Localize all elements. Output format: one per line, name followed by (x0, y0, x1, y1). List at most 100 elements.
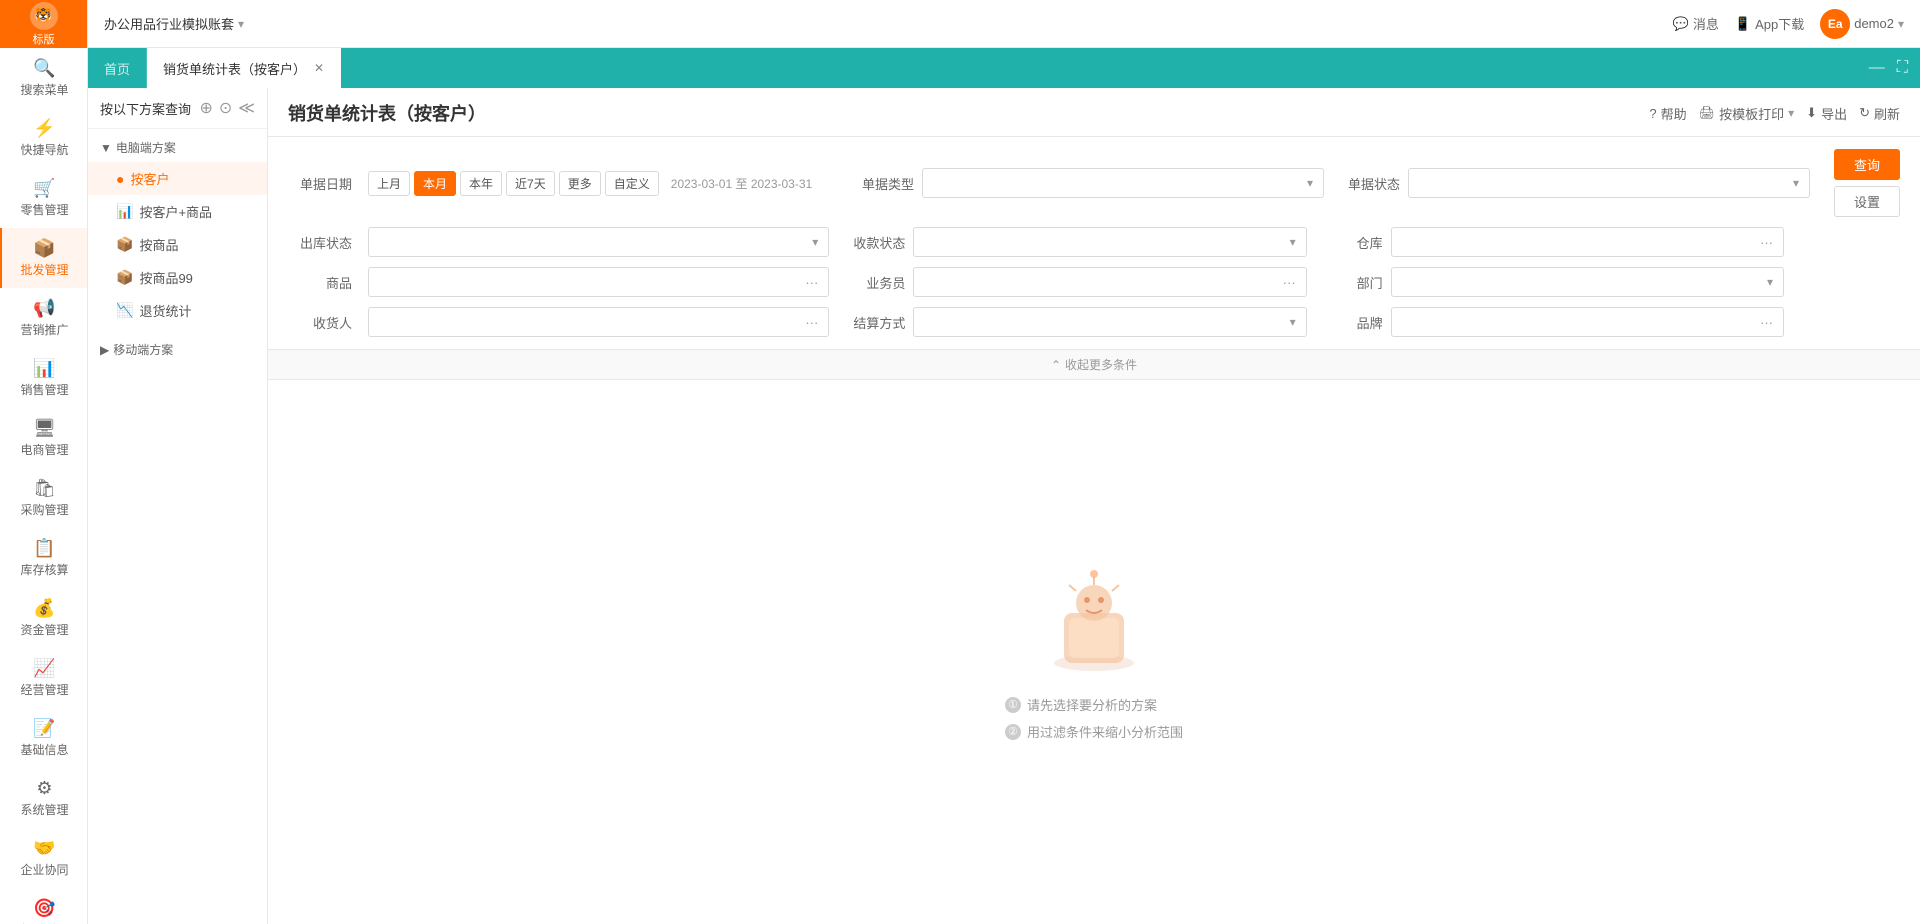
scheme-item-by-customer-goods[interactable]: 📊 按客户+商品 (88, 195, 267, 228)
date-btn-this-year[interactable]: 本年 (460, 171, 502, 196)
scheme-item-by-customer[interactable]: ● 按客户 (88, 162, 267, 195)
date-btn-last-month[interactable]: 上月 (368, 171, 410, 196)
content-area: 销货单统计表（按客户） ? 帮助 🖨 按模板打印 ▾ ⬇ (268, 88, 1920, 924)
type-chevron-icon: ▾ (1307, 176, 1313, 190)
receiver-label: 收货人 (288, 313, 352, 332)
query-button[interactable]: 查询 (1834, 149, 1900, 180)
brand-dots: ··· (1760, 315, 1773, 330)
receiver-input[interactable]: ··· (368, 307, 829, 337)
out-status-control: ▾ (368, 227, 829, 257)
main-wrap: 办公用品行业模拟账套 ▾ 💬 消息 📱 App下载 Ea demo2 ▾ 首页 (88, 0, 1920, 924)
user-menu[interactable]: Ea demo2 ▾ (1820, 9, 1904, 39)
filter-area: 单据日期 上月 本月 本年 近7天 更多 自定义 2023-03-01 至 20… (268, 137, 1920, 350)
dept-select[interactable]: ▾ (1391, 267, 1784, 297)
filter-col-type: 单据类型 ▾ (854, 168, 1324, 198)
empty-hint-2-text: 用过滤条件来缩小分析范围 (1027, 722, 1183, 741)
help-button[interactable]: ? 帮助 (1649, 104, 1686, 123)
scheme-panel: 按以下方案查询 ⊕ ⊙ ≪ ▼ 电脑端方案 ● 按客户 📊 按客 (88, 88, 268, 924)
tab-sales-stat[interactable]: 销货单统计表（按客户） ✕ (147, 48, 341, 88)
sidebar-label-wholesale: 批发管理 (20, 261, 68, 278)
export-button[interactable]: ⬇ 导出 (1806, 104, 1847, 123)
sidebar-item-ecommerce[interactable]: 🖥 电商管理 (0, 408, 87, 468)
tab-sales-stat-label: 销货单统计表（按客户） (163, 59, 306, 78)
sidebar-label-ecommerce: 电商管理 (20, 441, 68, 458)
empty-hint-2: ② 用过滤条件来缩小分析范围 (1005, 722, 1183, 741)
settings-button[interactable]: 设置 (1834, 186, 1900, 217)
sidebar-icon-inventory: 📋 (33, 538, 55, 559)
message-button[interactable]: 💬 消息 (1673, 14, 1719, 33)
refresh-button[interactable]: ↻ 刷新 (1859, 104, 1900, 123)
salesman-input[interactable]: ··· (913, 267, 1306, 297)
tab-home[interactable]: 首页 (88, 48, 147, 88)
app-download-button[interactable]: 📱 App下载 (1735, 14, 1804, 33)
scheme-item-return-stats[interactable]: 📉 退货统计 (88, 294, 267, 327)
print-button[interactable]: 🖨 按模板打印 ▾ (1699, 104, 1795, 123)
out-status-select[interactable]: ▾ (368, 227, 829, 257)
date-btn-custom[interactable]: 自定义 (605, 171, 659, 196)
industry-selector[interactable]: 办公用品行业模拟账套 ▾ (104, 14, 244, 33)
warehouse-dots: ··· (1760, 235, 1773, 250)
sidebar-item-marketing[interactable]: 📢 营销推广 (0, 288, 87, 348)
sidebar-item-quick-nav[interactable]: ⚡ 快捷导航 (0, 108, 87, 168)
sidebar-item-purchase[interactable]: 🛍 采购管理 (0, 468, 87, 528)
sidebar-item-inventory[interactable]: 📋 库存核算 (0, 528, 87, 588)
scheme-item-by-goods[interactable]: 📦 按商品 (88, 228, 267, 261)
scheme-item-by-goods-icon: 📦 (116, 236, 133, 253)
type-select[interactable]: ▾ (922, 168, 1324, 198)
sidebar-item-search[interactable]: 🔍 搜索菜单 (0, 48, 87, 108)
sidebar-item-business[interactable]: 📈 经营管理 (0, 648, 87, 708)
status-select[interactable]: ▾ (1408, 168, 1810, 198)
scheme-group-mobile-header[interactable]: ▶ 移动端方案 (88, 335, 267, 364)
sidebar-label-retail: 零售管理 (20, 201, 68, 218)
dept-chevron-icon: ▾ (1767, 275, 1773, 289)
download-icon: 📱 (1735, 16, 1751, 32)
date-control: 上月 本月 本年 近7天 更多 自定义 2023-03-01 至 2023-03… (368, 171, 838, 196)
sidebar-icon-search: 🔍 (33, 58, 55, 79)
scheme-add-icon[interactable]: ⊕ (199, 98, 212, 118)
collapse-bar[interactable]: ⌃ 收起更多条件 (268, 350, 1920, 380)
collapse-icon: ⌃ (1051, 358, 1061, 372)
sidebar-icon-finance: 💰 (33, 598, 55, 619)
goods-input[interactable]: ··· (368, 267, 829, 297)
logo[interactable]: 🐯 标版 (0, 0, 87, 48)
sidebar-item-enterprise[interactable]: 🤝 企业协同 (0, 828, 87, 888)
sidebar-icon-business: 📈 (33, 658, 55, 679)
sidebar-item-finance[interactable]: 💰 资金管理 (0, 588, 87, 648)
username: demo2 (1854, 16, 1894, 31)
scheme-item-by-customer-label: 按客户 (130, 169, 169, 188)
date-btn-this-month[interactable]: 本月 (414, 171, 456, 196)
sidebar-item-wholesale[interactable]: 📦 批发管理 (0, 228, 87, 288)
page-title-actions: ? 帮助 🖨 按模板打印 ▾ ⬇ 导出 ↻ (1649, 104, 1900, 123)
date-btn-more[interactable]: 更多 (559, 171, 601, 196)
date-btn-last7days[interactable]: 近7天 (506, 171, 555, 196)
scheme-item-by-goods-label: 按商品 (139, 235, 178, 254)
payment-select[interactable]: ▾ (913, 227, 1306, 257)
sidebar-item-system[interactable]: ⚙ 系统管理 (0, 768, 87, 828)
settlement-select[interactable]: ▾ (913, 307, 1306, 337)
scheme-settings-icon[interactable]: ⊙ (219, 98, 232, 118)
date-buttons: 上月 本月 本年 近7天 更多 自定义 2023-03-01 至 2023-03… (368, 171, 812, 196)
scheme-collapse-icon[interactable]: ≪ (238, 98, 255, 118)
date-label: 单据日期 (288, 174, 352, 193)
warehouse-input[interactable]: ··· (1391, 227, 1784, 257)
sidebar-icon-retail: 🛒 (33, 178, 55, 199)
page-title-row: 销货单统计表（按客户） ? 帮助 🖨 按模板打印 ▾ ⬇ (288, 100, 1900, 136)
app-download-label: App下载 (1755, 14, 1804, 33)
page-titlebar: 销货单统计表（按客户） ? 帮助 🖨 按模板打印 ▾ ⬇ (268, 88, 1920, 137)
tab-maximize-icon[interactable]: ⛶ (1893, 55, 1912, 81)
tab-minimize-icon[interactable]: — (1865, 55, 1889, 81)
sidebar-icon-quick-nav: ⚡ (33, 118, 55, 139)
sidebar-item-newguide[interactable]: 🎯 新手引导 (0, 888, 87, 924)
sidebar-item-basic[interactable]: 📝 基础信息 (0, 708, 87, 768)
scheme-group-mobile: ▶ 移动端方案 (88, 331, 267, 368)
scheme-group-desktop-header[interactable]: ▼ 电脑端方案 (88, 133, 267, 162)
payment-label: 收款状态 (845, 233, 905, 252)
brand-input[interactable]: ··· (1391, 307, 1784, 337)
scheme-item-by-goods99[interactable]: 📦 按商品99 (88, 261, 267, 294)
sidebar-item-retail[interactable]: 🛒 零售管理 (0, 168, 87, 228)
sidebar-label-finance: 资金管理 (20, 621, 68, 638)
sidebar-item-sales[interactable]: 📊 销售管理 (0, 348, 87, 408)
tab-close-icon[interactable]: ✕ (314, 61, 324, 75)
sidebar-label-quick-nav: 快捷导航 (20, 141, 68, 158)
dept-label: 部门 (1323, 273, 1383, 292)
